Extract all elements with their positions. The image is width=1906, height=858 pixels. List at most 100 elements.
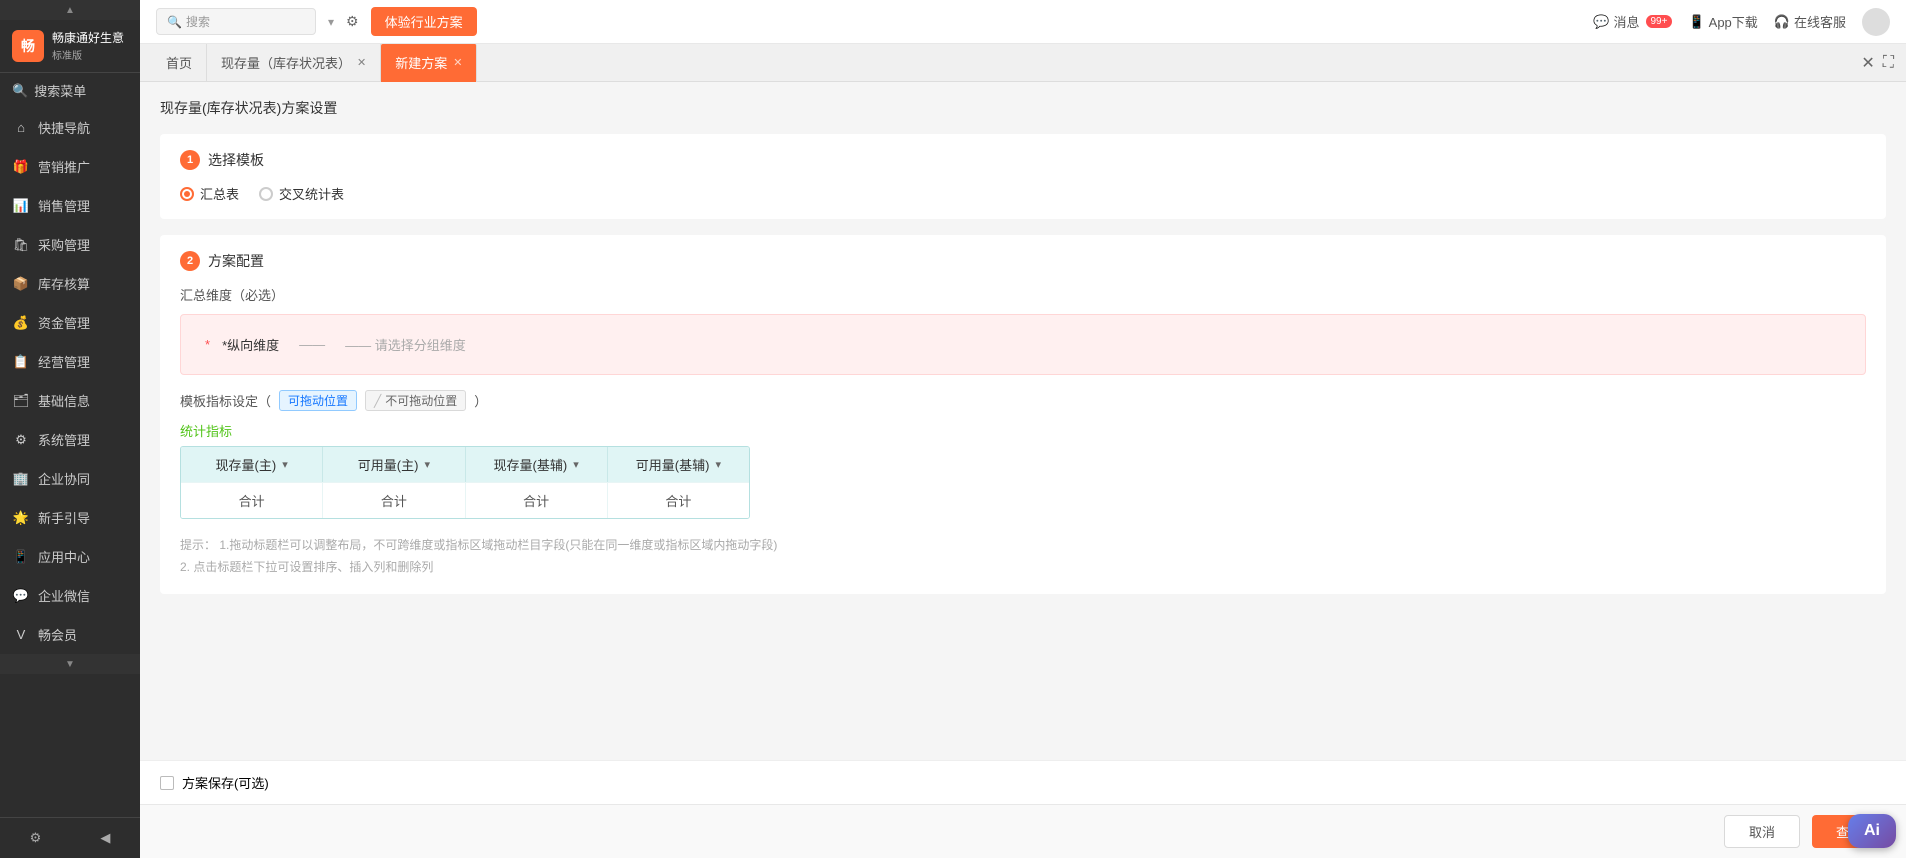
sidebar-item-finance[interactable]: 💰 资金管理	[0, 303, 140, 342]
summary-dim-label: 汇总维度（必选）	[180, 285, 1866, 304]
stats-col-0[interactable]: 现存量(主) ▾	[181, 447, 323, 482]
sidebar-item-system[interactable]: ⚙ 系统管理	[0, 420, 140, 459]
wechat-icon: 💬	[12, 587, 30, 605]
trial-button[interactable]: 体验行业方案	[371, 7, 477, 36]
sidebar-item-wechat[interactable]: 💬 企业微信	[0, 576, 140, 615]
topbar-search-text: 搜索	[186, 13, 210, 30]
tips-title: 提示： 1.拖动标题栏可以调整布局，不可跨维度或指标区域拖动栏目字段(只能在同一…	[180, 535, 1866, 557]
stats-col-2-chevron: ▾	[573, 458, 579, 471]
sidebar-item-sales[interactable]: 📊 销售管理	[0, 186, 140, 225]
user-avatar[interactable]	[1862, 8, 1890, 36]
vertical-dim-label: *纵向维度	[222, 335, 279, 354]
tab-new-scheme[interactable]: 新建方案 ✕	[381, 44, 477, 82]
radio-cross[interactable]: 交叉统计表	[259, 184, 344, 203]
app-download-button[interactable]: 📱 App下载	[1688, 12, 1757, 31]
box-icon: 📦	[12, 275, 30, 293]
sidebar-item-newbie[interactable]: 🌟 新手引导	[0, 498, 140, 537]
tab-home-label: 首页	[166, 53, 192, 72]
action-bar: 取消 查询	[140, 804, 1906, 858]
tab-close-btn[interactable]: ✕	[1861, 53, 1874, 73]
radio-summary-label: 汇总表	[200, 184, 239, 203]
online-service-button[interactable]: 🎧 在线客服	[1774, 12, 1846, 31]
sidebar-item-marketing[interactable]: 🎁 营销推广	[0, 147, 140, 186]
sidebar-item-label: 企业微信	[38, 586, 90, 605]
sidebar-item-label: 应用中心	[38, 547, 90, 566]
sidebar-item-quick-nav[interactable]: ⌂ 快捷导航	[0, 108, 140, 147]
message-button[interactable]: 💬 消息 99+	[1593, 12, 1672, 31]
tip2: 2. 点击标题栏下拉可设置排序、插入列和删除列	[180, 557, 1866, 579]
sidebar-item-label: 系统管理	[38, 430, 90, 449]
sidebar-collapse-btn[interactable]: ◀	[92, 826, 118, 850]
sidebar-item-label: 企业协同	[38, 469, 90, 488]
sidebar-item-app-center[interactable]: 📱 应用中心	[0, 537, 140, 576]
dim-divider: ——	[299, 337, 325, 352]
vertical-dim-placeholder: —— 请选择分组维度	[345, 335, 466, 354]
sidebar-item-member[interactable]: V 畅会员	[0, 615, 140, 654]
tab-controls: ✕ ⛶	[1861, 53, 1894, 73]
app-name: 畅康通好生意	[52, 30, 124, 47]
sidebar-settings-btn[interactable]: ⚙	[22, 826, 50, 850]
member-icon: V	[12, 626, 30, 644]
movable-tag: 可拖动位置	[279, 390, 357, 411]
sidebar-scroll-down[interactable]: ▼	[0, 654, 140, 674]
sidebar-item-label: 库存核算	[38, 274, 90, 293]
step2-number: 2	[180, 251, 200, 271]
enterprise-icon: 🏢	[12, 470, 30, 488]
sidebar-item-label: 经营管理	[38, 352, 90, 371]
tip1-text: 1.拖动标题栏可以调整布局，不可跨维度或指标区域拖动栏目字段(只能在同一维度或指…	[219, 538, 777, 552]
guide-icon: 🌟	[12, 509, 30, 527]
topbar: 🔍 搜索 ▾ ⚙ 体验行业方案 💬 消息 99+ 📱 App下载 🎧 在线客服	[140, 0, 1906, 44]
sidebar-item-basic[interactable]: 🗂 基础信息	[0, 381, 140, 420]
save-label: 方案保存(可选)	[182, 773, 269, 792]
step1-card: 1 选择模板 汇总表 交叉统计表	[160, 134, 1886, 219]
tips-section: 提示： 1.拖动标题栏可以调整布局，不可跨维度或指标区域拖动栏目字段(只能在同一…	[180, 535, 1866, 578]
tab-inventory-status[interactable]: 现存量（库存状况表） ✕	[207, 44, 381, 82]
management-icon: 📋	[12, 353, 30, 371]
gift-icon: 🎁	[12, 158, 30, 176]
message-badge: 99+	[1646, 15, 1673, 28]
step1-header: 1 选择模板	[180, 150, 1866, 170]
sidebar-logo: 畅 畅康通好生意 标准版	[0, 20, 140, 73]
radio-summary[interactable]: 汇总表	[180, 184, 239, 203]
stats-col-1[interactable]: 可用量(主) ▾	[323, 447, 465, 482]
stats-table-row: 合计 合计 合计 合计	[181, 482, 749, 518]
sidebar-scroll-up[interactable]: ▲	[0, 0, 140, 20]
sidebar-item-label: 快捷导航	[38, 118, 90, 137]
tips-title-text: 提示：	[180, 538, 216, 552]
sidebar-item-label: 基础信息	[38, 391, 90, 410]
main-content: 🔍 搜索 ▾ ⚙ 体验行业方案 💬 消息 99+ 📱 App下载 🎧 在线客服	[140, 0, 1906, 858]
phone-icon: 📱	[1688, 14, 1704, 30]
stats-col-2[interactable]: 现存量(基辅) ▾	[466, 447, 608, 482]
topbar-gear-icon[interactable]: ⚙	[346, 13, 359, 30]
topbar-right: 💬 消息 99+ 📱 App下载 🎧 在线客服	[1593, 8, 1890, 36]
sidebar-item-operation[interactable]: 📋 经营管理	[0, 342, 140, 381]
sidebar-item-purchase[interactable]: 🛍 采购管理	[0, 225, 140, 264]
tab-home[interactable]: 首页	[152, 44, 207, 82]
sidebar-item-inventory[interactable]: 📦 库存核算	[0, 264, 140, 303]
stats-col-0-label: 现存量(主)	[216, 455, 277, 474]
tab-expand-btn[interactable]: ⛶	[1883, 54, 1894, 72]
ai-float-button[interactable]: Ai	[1848, 814, 1896, 848]
tab-inventory-close[interactable]: ✕	[357, 56, 366, 69]
sidebar-item-enterprise[interactable]: 🏢 企业协同	[0, 459, 140, 498]
sidebar-search[interactable]: 🔍 搜索菜单	[0, 73, 140, 108]
topbar-dropdown-chevron[interactable]: ▾	[328, 15, 334, 29]
radio-summary-circle	[180, 187, 194, 201]
home-icon: ⌂	[12, 119, 30, 137]
tab-new-scheme-label: 新建方案	[395, 53, 447, 72]
vertical-dim-area[interactable]: * *纵向维度 —— —— 请选择分组维度	[180, 314, 1866, 375]
content-area: 现存量(库存状况表)方案设置 1 选择模板 汇总表 交叉统计表 2	[140, 82, 1906, 760]
app-icon: 📱	[12, 548, 30, 566]
cancel-button[interactable]: 取消	[1724, 815, 1800, 848]
sidebar: ▲ 畅 畅康通好生意 标准版 🔍 搜索菜单 ⌂ 快捷导航 🎁 营销推广 📊 销售…	[0, 0, 140, 858]
stats-col-2-label: 现存量(基辅)	[494, 455, 568, 474]
sidebar-item-label: 新手引导	[38, 508, 90, 527]
save-checkbox[interactable]	[160, 776, 174, 790]
message-label: 消息	[1613, 12, 1639, 31]
indicator-settings-label: 模板指标设定（ 可拖动位置 ╱ 不可拖动位置 ）	[180, 390, 1866, 411]
stats-cell-3: 合计	[608, 483, 749, 518]
stats-col-3[interactable]: 可用量(基辅) ▾	[608, 447, 749, 482]
topbar-search-box[interactable]: 🔍 搜索	[156, 8, 316, 35]
stats-cell-2: 合计	[466, 483, 608, 518]
tab-new-scheme-close[interactable]: ✕	[453, 56, 462, 69]
